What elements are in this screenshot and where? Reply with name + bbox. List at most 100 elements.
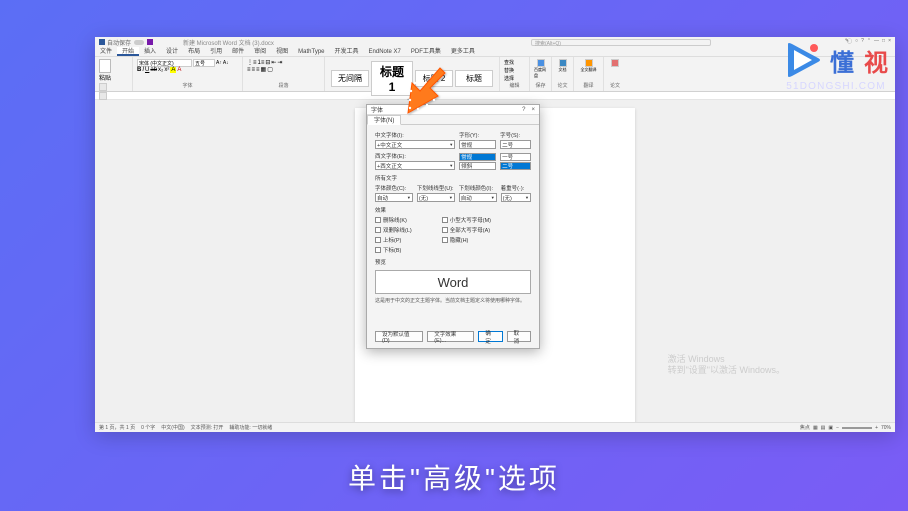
zoom-level[interactable]: 70% <box>881 425 891 431</box>
word-count[interactable]: 0 个字 <box>141 424 155 431</box>
size-list-item1[interactable]: 一号 <box>500 153 531 161</box>
chk-subscript[interactable]: 下标(B) <box>375 246 412 254</box>
accessibility-indicator[interactable]: 辅助功能: 一切就绪 <box>229 424 272 431</box>
fontcolor-icon[interactable]: A <box>177 67 181 73</box>
font-color-select[interactable]: 自动▼ <box>375 193 413 202</box>
view-web-icon[interactable]: ▣ <box>828 425 833 431</box>
btn-ok[interactable]: 确定 <box>478 331 502 342</box>
multilevel-icon[interactable]: ⊟ <box>265 59 270 66</box>
ruler[interactable] <box>95 92 895 100</box>
font-name-select[interactable]: 宋体 (中文正文) <box>137 59 192 67</box>
tab-mathtype[interactable]: MathType <box>293 47 329 56</box>
indent-dec-icon[interactable]: ⇤ <box>271 59 276 66</box>
btn-cancel[interactable]: 取消 <box>507 331 531 342</box>
font-grow-icon[interactable]: A↑ <box>216 60 222 66</box>
tab-more[interactable]: 更多工具 <box>446 47 480 56</box>
font-shrink-icon[interactable]: A↓ <box>223 60 229 66</box>
style-select[interactable]: 常规 <box>459 140 496 149</box>
underline-color-label: 下划线颜色(I): <box>459 184 497 192</box>
focus-mode[interactable]: 焦点 <box>800 424 810 431</box>
bullets-icon[interactable]: ⋮≡ <box>247 59 257 66</box>
tab-review[interactable]: 审阅 <box>249 47 271 56</box>
tab-insert[interactable]: 插入 <box>139 47 161 56</box>
tab-dev[interactable]: 开发工具 <box>330 47 364 56</box>
chk-smallcaps[interactable]: 小型大写字母(M) <box>442 216 491 224</box>
brand-t2: 视 <box>864 43 888 78</box>
lang-indicator[interactable]: 中文(中国) <box>161 424 184 431</box>
size-list-item2[interactable]: 二号 <box>500 162 531 170</box>
page-count[interactable]: 第 1 页，共 1 页 <box>99 424 135 431</box>
wenku-label: 文档 <box>559 67 567 73</box>
zoom-out-icon[interactable]: − <box>836 425 839 431</box>
tab-references[interactable]: 引用 <box>205 47 227 56</box>
sup-icon[interactable]: x² <box>164 67 169 73</box>
tab-home[interactable]: 开始 <box>117 47 139 56</box>
borders-icon[interactable]: ▢ <box>267 66 273 73</box>
tab-file[interactable]: 文件 <box>95 47 117 56</box>
zoom-slider[interactable] <box>842 427 872 429</box>
tab-layout[interactable]: 布局 <box>183 47 205 56</box>
view-print-icon[interactable]: ▦ <box>813 425 818 431</box>
chk-superscript[interactable]: 上标(P) <box>375 236 412 244</box>
dialog-help-icon[interactable]: ? <box>522 107 525 113</box>
tab-mailings[interactable]: 邮件 <box>227 47 249 56</box>
dialog-tab-font[interactable]: 字体(N) <box>367 115 401 125</box>
sub-icon[interactable]: x₂ <box>158 67 163 73</box>
btn-default[interactable]: 设为默认值(D) <box>375 331 423 342</box>
style-list-item1[interactable]: 常规 <box>459 153 496 161</box>
replace-button[interactable]: 替换 <box>504 67 525 74</box>
trans-icon[interactable] <box>585 59 593 67</box>
chk-double-strike[interactable]: 双删除线(L) <box>375 226 412 234</box>
style-nospacing[interactable]: 无间隔 <box>331 70 369 87</box>
strike-icon[interactable]: ab <box>150 67 157 73</box>
preview-text: Word <box>438 275 469 290</box>
trans-group-label: 翻译 <box>578 82 599 89</box>
shading-icon[interactable]: ▦ <box>261 66 267 73</box>
save-icon[interactable] <box>147 39 153 45</box>
tab-endnote[interactable]: EndNote X7 <box>364 47 406 56</box>
highlight-icon[interactable]: A <box>170 67 176 73</box>
paste-icon[interactable] <box>99 59 111 73</box>
style-title[interactable]: 标题 <box>455 70 493 87</box>
align-left-icon[interactable]: ≡ <box>247 67 251 73</box>
cut-icon[interactable] <box>99 83 107 91</box>
status-bar: 第 1 页，共 1 页 0 个字 中文(中国) 文本预测: 打开 辅助功能: 一… <box>95 422 895 432</box>
paper-group-label: 论文 <box>608 82 622 89</box>
style-list-item2[interactable]: 倾斜 <box>459 162 496 170</box>
tab-pdf[interactable]: PDF工具集 <box>406 47 446 56</box>
italic-icon[interactable]: I <box>142 67 144 73</box>
paper-icon[interactable] <box>611 59 619 67</box>
wenku-icon[interactable] <box>559 59 567 67</box>
emphasis-select[interactable]: (无)▼ <box>501 193 531 202</box>
baidu-icon[interactable] <box>537 59 545 67</box>
autosave-toggle[interactable] <box>134 40 144 45</box>
dialog-close-icon[interactable]: × <box>531 107 535 113</box>
chk-hidden[interactable]: 隐藏(H) <box>442 236 491 244</box>
underline-select[interactable]: (无)▼ <box>417 193 455 202</box>
search-input[interactable]: 搜索(Alt+Q) <box>531 39 711 46</box>
find-button[interactable]: 查找 <box>504 59 525 66</box>
bold-icon[interactable]: B <box>137 67 141 73</box>
copy-icon[interactable] <box>99 92 107 100</box>
cn-font-select[interactable]: +中文正文▼ <box>375 140 455 149</box>
align-center-icon[interactable]: ≡ <box>252 67 256 73</box>
tab-view[interactable]: 视图 <box>271 47 293 56</box>
select-button[interactable]: 选择 <box>504 75 525 82</box>
font-size-select[interactable]: 五号 <box>193 59 215 67</box>
close-icon[interactable]: × <box>888 38 891 45</box>
ribbon: 粘贴 格式刷 剪贴板 宋体 (中文正文) 五号 A↑ A↓ B I U <box>95 57 895 92</box>
underline-icon[interactable]: U <box>145 67 149 73</box>
size-select[interactable]: 二号 <box>500 140 531 149</box>
chk-allcaps[interactable]: 全部大写字母(A) <box>442 226 491 234</box>
underline-color-select[interactable]: 自动▼ <box>459 193 497 202</box>
align-right-icon[interactable]: ≡ <box>256 67 260 73</box>
indent-inc-icon[interactable]: ⇥ <box>277 59 282 66</box>
view-read-icon[interactable]: ▤ <box>821 425 826 431</box>
predict-indicator[interactable]: 文本预测: 打开 <box>191 424 224 431</box>
zoom-in-icon[interactable]: + <box>875 425 878 431</box>
numbering-icon[interactable]: 1≡ <box>258 60 265 66</box>
en-font-select[interactable]: +西文正文▼ <box>375 161 455 170</box>
chk-strike[interactable]: 删除线(K) <box>375 216 412 224</box>
btn-text-effects[interactable]: 文字效果(E)... <box>427 331 474 342</box>
tab-design[interactable]: 设计 <box>161 47 183 56</box>
